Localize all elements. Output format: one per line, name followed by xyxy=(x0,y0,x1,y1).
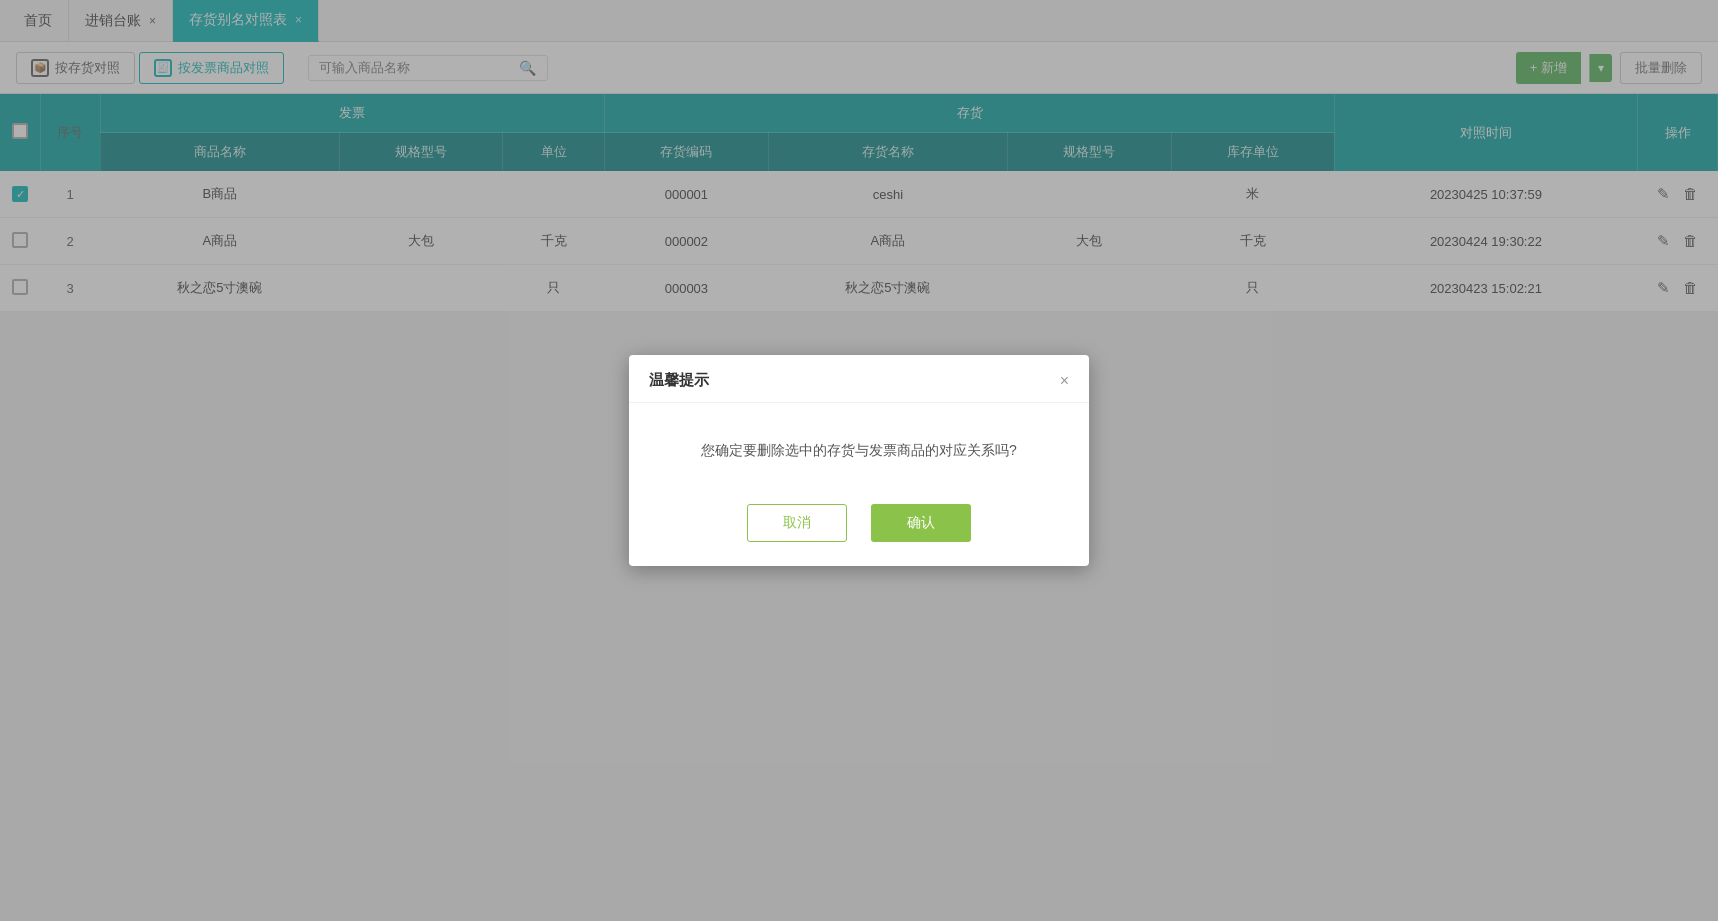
dialog-header: 温馨提示 × xyxy=(629,355,1089,403)
dialog-footer: 取消 确认 xyxy=(629,492,1089,566)
dialog-message: 您确定要删除选中的存货与发票商品的对应关系吗? xyxy=(701,442,1017,458)
modal-overlay: 温馨提示 × 您确定要删除选中的存货与发票商品的对应关系吗? 取消 确认 xyxy=(0,0,1718,921)
dialog-cancel-btn[interactable]: 取消 xyxy=(747,504,847,542)
dialog-body: 您确定要删除选中的存货与发票商品的对应关系吗? xyxy=(629,403,1089,491)
dialog-title: 温馨提示 xyxy=(649,371,709,390)
confirm-dialog: 温馨提示 × 您确定要删除选中的存货与发票商品的对应关系吗? 取消 确认 xyxy=(629,355,1089,565)
dialog-close-btn[interactable]: × xyxy=(1060,372,1069,390)
dialog-confirm-btn[interactable]: 确认 xyxy=(871,504,971,542)
